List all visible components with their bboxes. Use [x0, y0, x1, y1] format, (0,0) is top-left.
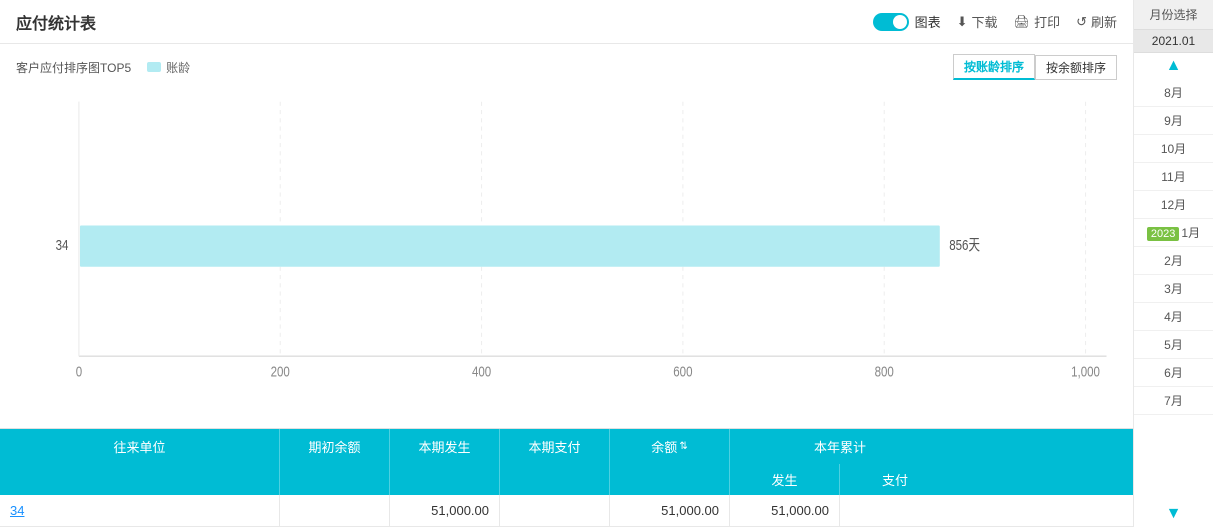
th-ytd-pay: 支付 [840, 464, 950, 495]
header-actions: 图表 ⬇ 下载 🖨 打印 ↺ 刷新 [873, 12, 1117, 31]
sidebar-item-11[interactable]: 11月 [1134, 163, 1213, 191]
th-unit: 往来单位 [0, 429, 280, 464]
svg-text:0: 0 [76, 363, 82, 380]
sidebar-item-5[interactable]: 5月 [1134, 331, 1213, 359]
refresh-icon: ↺ [1076, 14, 1087, 30]
th-opening: 期初余额 [280, 429, 390, 464]
print-icon: 🖨 [1014, 14, 1031, 30]
th-current-occur: 本期发生 [390, 429, 500, 464]
td-current-occur: 51,000.00 [390, 495, 500, 526]
td-current-pay [500, 495, 610, 526]
table-header-row1: 往来单位 期初余额 本期发生 本期支付 余额 ⇅ 本年累计 [0, 429, 1133, 464]
th-ytd-occur: 发生 [730, 464, 840, 495]
sidebar-date-value: 2021.01 [1134, 30, 1213, 53]
download-button[interactable]: ⬇ 下载 [957, 12, 998, 31]
legend-box [147, 62, 161, 72]
th-ytd-group: 本年累计 [730, 429, 950, 464]
sidebar-nav-up-button[interactable]: ▲ [1134, 53, 1213, 79]
sort-by-amount-button[interactable]: 按余额排序 [1035, 55, 1117, 80]
sidebar-header: 月份选择 [1134, 0, 1213, 30]
toggle-track[interactable] [873, 13, 909, 31]
table-row: 34 51,000.00 51,000.00 51,000.00 [0, 495, 1133, 527]
svg-text:600: 600 [673, 363, 692, 380]
sidebar-item-12[interactable]: 12月 [1134, 191, 1213, 219]
year-badge-2023: 2023 [1147, 227, 1179, 241]
sidebar-item-8[interactable]: 8月 [1134, 79, 1213, 107]
td-ytd-occur: 51,000.00 [730, 495, 840, 526]
print-button[interactable]: 🖨 打印 [1014, 12, 1061, 31]
sidebar-item-7[interactable]: 7月 [1134, 387, 1213, 415]
chevron-down-icon: ▼ [1166, 505, 1182, 523]
svg-text:1,000: 1,000 [1071, 363, 1100, 380]
table-section: 往来单位 期初余额 本期发生 本期支付 余额 ⇅ 本年累计 [0, 428, 1133, 527]
sidebar-item-2023[interactable]: 20231月 [1134, 219, 1213, 247]
svg-text:200: 200 [271, 363, 290, 380]
sidebar-item-3[interactable]: 3月 [1134, 275, 1213, 303]
legend-age-label: 账龄 [166, 59, 190, 76]
chart-toggle[interactable]: 图表 [873, 12, 941, 31]
sidebar-item-2[interactable]: 2月 [1134, 247, 1213, 275]
sidebar-item-4[interactable]: 4月 [1134, 303, 1213, 331]
sidebar: 月份选择 2021.01 ▲ 8月 9月 10月 11月 12月 20231月 … [1133, 0, 1213, 527]
sidebar-item-6[interactable]: 6月 [1134, 359, 1213, 387]
legend-item-age: 账龄 [147, 59, 190, 76]
chart-section: 客户应付排序图TOP5 账龄 按账龄排序 按余额排序 [0, 44, 1133, 428]
chart-svg: 0 200 400 600 800 1,000 [16, 88, 1117, 418]
page-title: 应付统计表 [16, 10, 96, 34]
header: 应付统计表 图表 ⬇ 下载 🖨 打印 ↺ 刷新 [0, 0, 1133, 44]
refresh-button[interactable]: ↺ 刷新 [1076, 12, 1117, 31]
chart-wrapper: 0 200 400 600 800 1,000 [16, 88, 1117, 418]
svg-text:400: 400 [472, 363, 491, 380]
sidebar-item-9[interactable]: 9月 [1134, 107, 1213, 135]
balance-icon: ⇅ [679, 441, 687, 452]
th-current-pay: 本期支付 [500, 429, 610, 464]
sidebar-item-10[interactable]: 10月 [1134, 135, 1213, 163]
td-opening [280, 495, 390, 526]
download-icon: ⬇ [957, 14, 968, 30]
sidebar-scroll[interactable]: 8月 9月 10月 11月 12月 20231月 2月 3月 4月 5月 6月 … [1134, 79, 1213, 501]
td-unit: 34 [0, 495, 280, 526]
svg-text:856天: 856天 [949, 237, 980, 254]
toggle-thumb [893, 15, 907, 29]
svg-text:34: 34 [56, 237, 69, 254]
sort-by-balance-button[interactable]: 按账龄排序 [953, 54, 1035, 80]
td-balance: 51,000.00 [610, 495, 730, 526]
td-ytd-pay [840, 495, 950, 526]
unit-link[interactable]: 34 [10, 503, 24, 518]
table-header-row2: 发生 支付 [0, 464, 1133, 495]
sidebar-nav-down-button[interactable]: ▼ [1134, 501, 1213, 527]
svg-text:800: 800 [875, 363, 894, 380]
th-balance: 余额 ⇅ [610, 429, 730, 464]
chevron-up-icon: ▲ [1166, 57, 1182, 75]
chart-legend: 客户应付排序图TOP5 账龄 [16, 59, 190, 76]
chart-toggle-label: 图表 [915, 12, 941, 31]
chart-controls: 按账龄排序 按余额排序 [953, 54, 1117, 80]
legend-label: 客户应付排序图TOP5 [16, 59, 131, 76]
